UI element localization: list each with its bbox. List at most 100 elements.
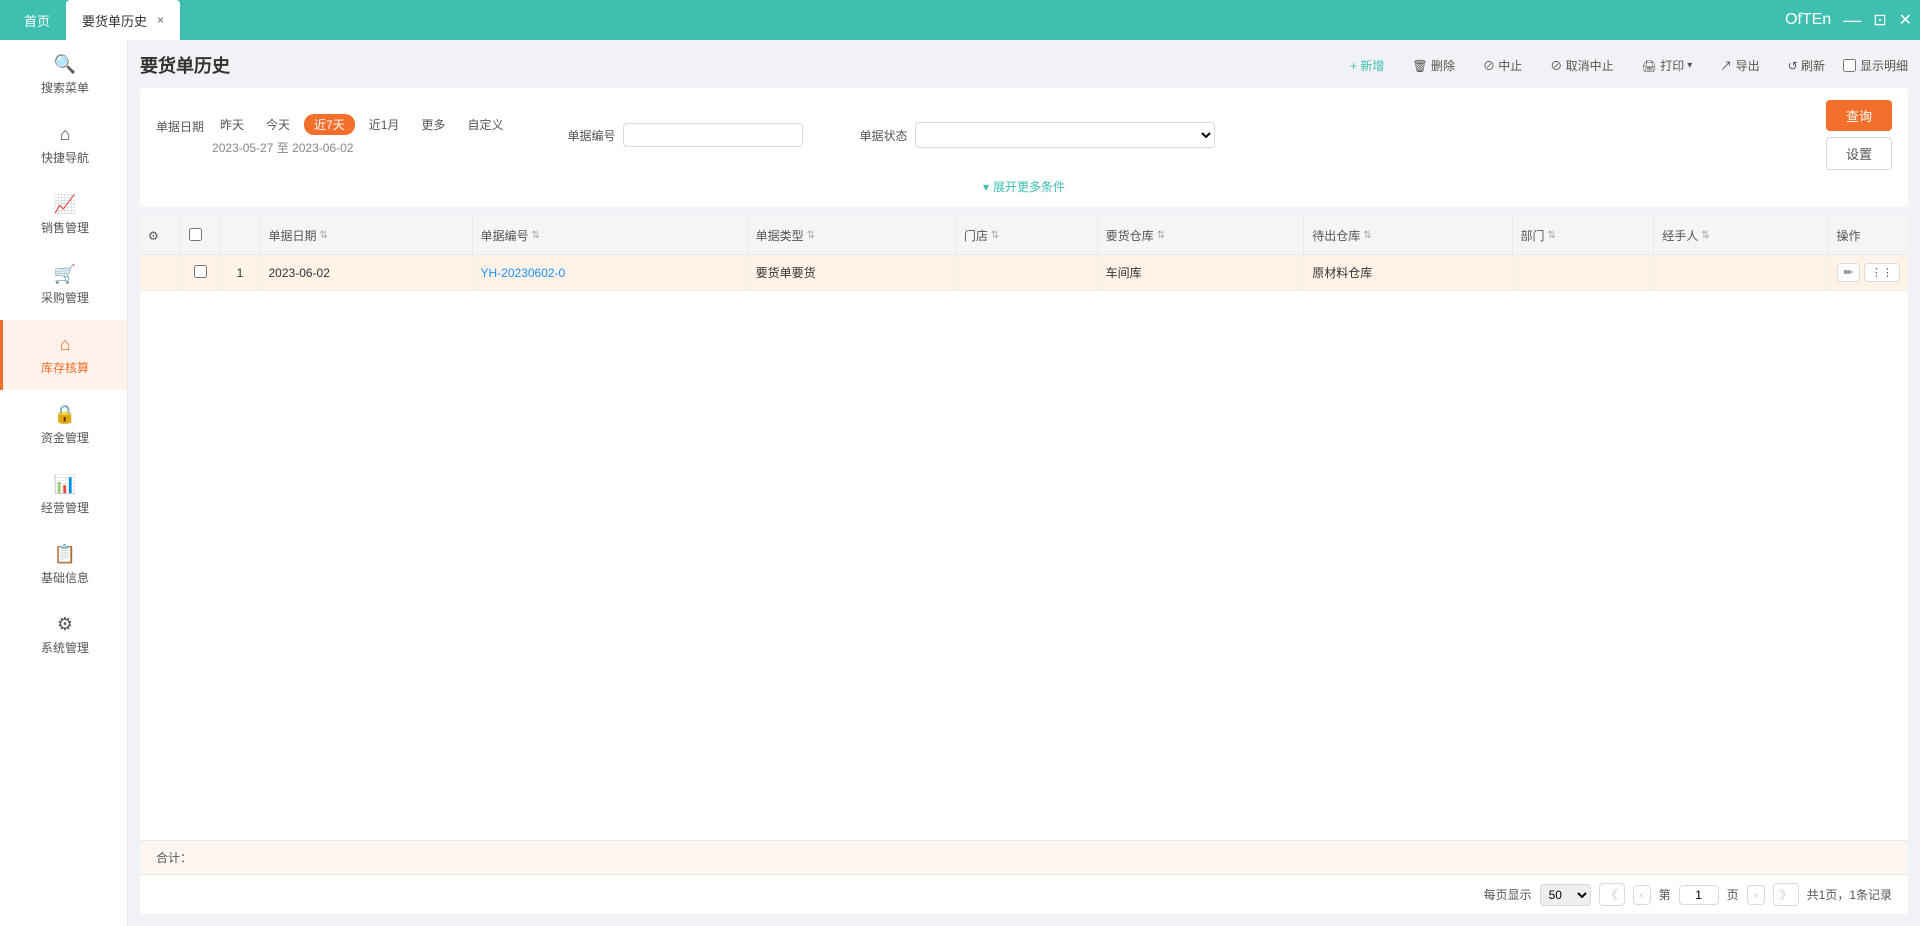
th-doc-no-label: 单据编号 xyxy=(481,227,529,244)
th-num xyxy=(220,217,260,255)
select-all-checkbox[interactable] xyxy=(189,228,202,241)
th-handler-label: 经手人 xyxy=(1662,227,1698,244)
print-dropdown-icon[interactable]: ▾ xyxy=(1687,60,1692,71)
row-checkbox[interactable] xyxy=(194,265,207,278)
date-range-text: 2023-05-27 至 2023-06-02 xyxy=(212,139,511,156)
row-doc-no-link[interactable]: YH-20230602-0 xyxy=(481,266,566,280)
th-pending-warehouse-label: 待出仓库 xyxy=(1312,227,1360,244)
add-button[interactable]: + 新增 xyxy=(1340,53,1394,78)
table-scroll[interactable]: ⚙ 单据日期 ⇅ xyxy=(140,217,1908,840)
row-more-button[interactable]: ⋮⋮ xyxy=(1864,263,1900,282)
date-btn-more[interactable]: 更多 xyxy=(413,114,453,135)
th-date: 单据日期 ⇅ xyxy=(260,217,472,255)
sidebar-item-sales[interactable]: 📈 销售管理 xyxy=(0,180,127,250)
sidebar-item-basic-info[interactable]: 📋 基础信息 xyxy=(0,530,127,600)
date-sort-icon[interactable]: ⇅ xyxy=(320,230,328,241)
prev-page-button[interactable]: ‹ xyxy=(1633,885,1651,905)
refresh-button[interactable]: ↺ 刷新 xyxy=(1778,53,1835,78)
sidebar-item-nav[interactable]: ⌂ 快捷导航 xyxy=(0,110,127,180)
pending-warehouse-sort-icon[interactable]: ⇅ xyxy=(1363,230,1371,241)
delete-button[interactable]: 🗑 删除 xyxy=(1402,53,1465,78)
date-btn-1month[interactable]: 近1月 xyxy=(361,114,408,135)
tab-active[interactable]: 要货单历史 × xyxy=(66,0,180,40)
first-page-button[interactable]: 《 xyxy=(1599,883,1625,906)
total-info: 共1页，1条记录 xyxy=(1807,886,1892,903)
th-checkbox xyxy=(180,217,220,255)
date-filter-group: 单据日期 昨天 今天 近7天 近1月 更多 自定义 2023-05-27 至 2… xyxy=(156,114,511,156)
display-detail-checkbox[interactable] xyxy=(1843,59,1856,72)
inventory-icon: ⌂ xyxy=(60,334,71,355)
sidebar-item-finance[interactable]: 🔒 资金管理 xyxy=(0,390,127,460)
sidebar: 🔍 搜索菜单 ⌂ 快捷导航 📈 销售管理 🛒 采购管理 ⌂ 库存核算 🔒 资金管… xyxy=(0,40,128,926)
th-doc-type: 单据类型 ⇅ xyxy=(747,217,955,255)
date-btn-7days[interactable]: 近7天 xyxy=(304,114,355,135)
finance-icon: 🔒 xyxy=(54,404,76,425)
print-button[interactable]: 🖨 打印 ▾ xyxy=(1632,53,1703,78)
doc-type-sort-icon[interactable]: ⇅ xyxy=(807,230,815,241)
often-label: OfTEn xyxy=(1785,11,1831,29)
main-layout: 🔍 搜索菜单 ⌂ 快捷导航 📈 销售管理 🛒 采购管理 ⌂ 库存核算 🔒 资金管… xyxy=(0,40,1920,926)
query-button[interactable]: 查询 xyxy=(1826,100,1892,131)
resize-icon[interactable]: ⊡ xyxy=(1873,10,1886,30)
table-body: 1 2023-06-02 YH-20230602-0 要货单要货 xyxy=(140,255,1908,291)
doc-no-sort-icon[interactable]: ⇅ xyxy=(532,230,540,241)
tab-close-icon[interactable]: × xyxy=(157,13,164,27)
purchase-icon: 🛒 xyxy=(54,264,76,285)
sidebar-item-search[interactable]: 🔍 搜索菜单 xyxy=(0,40,127,110)
expand-filter-button[interactable]: ▾ 展开更多条件 xyxy=(156,178,1892,195)
req-warehouse-sort-icon[interactable]: ⇅ xyxy=(1157,230,1165,241)
system-icon: ⚙ xyxy=(57,614,73,635)
tab-home[interactable]: 首页 xyxy=(8,0,66,40)
page-title: 要货单历史 xyxy=(140,52,230,78)
per-page-label: 每页显示 xyxy=(1484,886,1532,903)
row-edit-button[interactable]: ✏ xyxy=(1837,263,1860,282)
department-sort-icon[interactable]: ⇅ xyxy=(1548,230,1556,241)
last-page-button[interactable]: 》 xyxy=(1773,883,1799,906)
date-btn-custom[interactable]: 自定义 xyxy=(459,114,511,135)
sidebar-item-sales-label: 销售管理 xyxy=(41,219,89,236)
close-icon[interactable]: ✕ xyxy=(1899,10,1912,30)
filter-area: 单据日期 昨天 今天 近7天 近1月 更多 自定义 2023-05-27 至 2… xyxy=(140,88,1908,207)
td-req-warehouse: 车间库 xyxy=(1097,255,1304,291)
minimize-icon[interactable]: — xyxy=(1843,10,1861,31)
filter-row-1: 单据日期 昨天 今天 近7天 近1月 更多 自定义 2023-05-27 至 2… xyxy=(156,100,1892,170)
sidebar-item-operations[interactable]: 📊 经营管理 xyxy=(0,460,127,530)
td-checkbox xyxy=(180,255,220,291)
sidebar-item-system[interactable]: ⚙ 系统管理 xyxy=(0,600,127,670)
table-settings-icon[interactable]: ⚙ xyxy=(148,229,159,243)
row-doc-type: 要货单要货 xyxy=(756,266,816,280)
per-page-select[interactable]: 50 10 20 100 xyxy=(1540,884,1591,906)
th-operations-label: 操作 xyxy=(1837,229,1861,243)
th-req-warehouse-label: 要货仓库 xyxy=(1106,227,1154,244)
th-department-label: 部门 xyxy=(1521,227,1545,244)
row-pending-warehouse: 原材料仓库 xyxy=(1312,266,1372,280)
next-page-button[interactable]: › xyxy=(1747,885,1765,905)
td-department xyxy=(1512,255,1654,291)
date-btn-yesterday[interactable]: 昨天 xyxy=(212,114,252,135)
action-buttons: 查询 设置 xyxy=(1826,100,1892,170)
td-operations: ✏ ⋮⋮ xyxy=(1828,255,1908,291)
stop-button[interactable]: ⊘ 中止 xyxy=(1473,53,1532,78)
date-btn-today[interactable]: 今天 xyxy=(258,114,298,135)
td-doc-no: YH-20230602-0 xyxy=(472,255,747,291)
expand-down-icon: ▾ xyxy=(983,180,989,194)
export-button[interactable]: ↗ 导出 xyxy=(1710,53,1769,78)
sidebar-item-nav-label: 快捷导航 xyxy=(41,149,89,166)
settings-button[interactable]: 设置 xyxy=(1826,137,1892,170)
row-num: 1 xyxy=(237,266,244,280)
doc-no-input[interactable] xyxy=(623,123,803,147)
tab-active-label: 要货单历史 xyxy=(82,11,147,30)
search-icon: 🔍 xyxy=(54,54,76,75)
table-row[interactable]: 1 2023-06-02 YH-20230602-0 要货单要货 xyxy=(140,255,1908,291)
status-select[interactable] xyxy=(915,122,1215,148)
page-input[interactable] xyxy=(1679,885,1719,905)
handler-sort-icon[interactable]: ⇅ xyxy=(1701,230,1709,241)
top-bar: 首页 要货单历史 × OfTEn — ⊡ ✕ xyxy=(0,0,1920,40)
sidebar-item-inventory-label: 库存核算 xyxy=(41,359,89,376)
sidebar-item-purchase[interactable]: 🛒 采购管理 xyxy=(0,250,127,320)
sidebar-item-inventory[interactable]: ⌂ 库存核算 xyxy=(0,320,127,390)
store-sort-icon[interactable]: ⇅ xyxy=(991,230,999,241)
nav-icon: ⌂ xyxy=(60,124,71,145)
cancel-stop-button[interactable]: ⊘ 取消中止 xyxy=(1540,53,1623,78)
status-filter-group: 单据状态 xyxy=(859,122,1810,148)
